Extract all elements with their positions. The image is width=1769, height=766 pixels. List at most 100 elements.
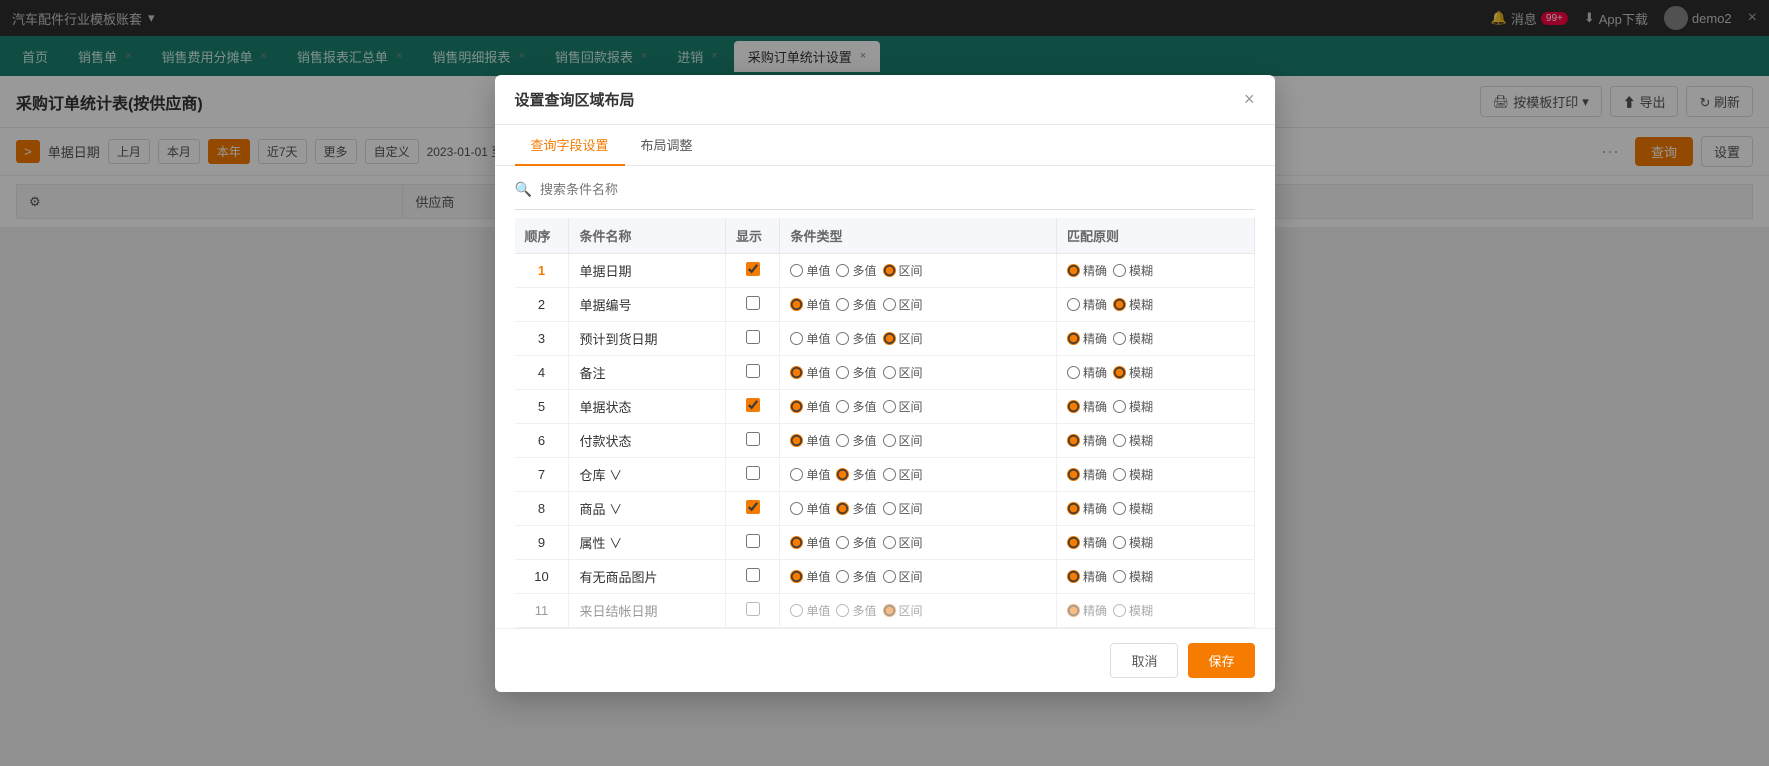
type-multi-radio[interactable]: [836, 468, 849, 481]
match-exact-radio[interactable]: [1067, 298, 1080, 311]
type-range-radio[interactable]: [883, 536, 896, 549]
type-multi-label[interactable]: 多值: [836, 432, 876, 449]
match-exact-radio[interactable]: [1067, 604, 1080, 617]
display-checkbox-cell[interactable]: [726, 559, 780, 593]
match-exact-label[interactable]: 精确: [1067, 568, 1107, 585]
match-radio-cell[interactable]: 精确 模糊: [1057, 559, 1255, 593]
type-radio-cell[interactable]: 单值 多值 区间: [780, 525, 1057, 559]
display-checkbox[interactable]: [746, 568, 760, 582]
match-fuzzy-label[interactable]: 模糊: [1113, 398, 1153, 415]
type-single-label[interactable]: 单值: [790, 364, 830, 381]
match-exact-radio[interactable]: [1067, 332, 1080, 345]
display-checkbox[interactable]: [746, 262, 760, 276]
type-multi-label[interactable]: 多值: [836, 296, 876, 313]
type-single-label[interactable]: 单值: [790, 534, 830, 551]
match-fuzzy-label[interactable]: 模糊: [1113, 262, 1153, 279]
type-single-label[interactable]: 单值: [790, 296, 830, 313]
match-exact-label[interactable]: 精确: [1067, 398, 1107, 415]
save-button[interactable]: 保存: [1188, 643, 1254, 678]
type-single-radio[interactable]: [790, 264, 803, 277]
type-single-label[interactable]: 单值: [790, 500, 830, 517]
search-input[interactable]: [532, 178, 1255, 201]
match-radio-cell[interactable]: 精确 模糊: [1057, 457, 1255, 491]
display-checkbox[interactable]: [746, 500, 760, 514]
display-checkbox-cell[interactable]: [726, 355, 780, 389]
type-radio-cell[interactable]: 单值 多值 区间: [780, 287, 1057, 321]
type-range-radio[interactable]: [883, 468, 896, 481]
match-fuzzy-radio[interactable]: [1113, 570, 1126, 583]
match-exact-label[interactable]: 精确: [1067, 602, 1107, 619]
modal-tab-query-fields[interactable]: 查询字段设置: [515, 125, 625, 166]
type-range-label[interactable]: 区间: [883, 534, 923, 551]
match-exact-label[interactable]: 精确: [1067, 432, 1107, 449]
display-checkbox-cell[interactable]: [726, 491, 780, 525]
type-multi-label[interactable]: 多值: [836, 568, 876, 585]
match-radio-cell[interactable]: 精确 模糊: [1057, 491, 1255, 525]
type-range-radio[interactable]: [883, 570, 896, 583]
type-multi-radio[interactable]: [836, 332, 849, 345]
match-exact-label[interactable]: 精确: [1067, 500, 1107, 517]
type-single-radio[interactable]: [790, 570, 803, 583]
type-multi-radio[interactable]: [836, 570, 849, 583]
match-exact-radio[interactable]: [1067, 264, 1080, 277]
match-exact-label[interactable]: 精确: [1067, 364, 1107, 381]
match-fuzzy-radio[interactable]: [1113, 298, 1126, 311]
match-exact-label[interactable]: 精确: [1067, 330, 1107, 347]
match-fuzzy-label[interactable]: 模糊: [1113, 602, 1153, 619]
match-fuzzy-radio[interactable]: [1113, 332, 1126, 345]
cancel-button[interactable]: 取消: [1110, 643, 1178, 678]
match-radio-cell[interactable]: 精确 模糊: [1057, 321, 1255, 355]
match-fuzzy-radio[interactable]: [1113, 604, 1126, 617]
match-fuzzy-label[interactable]: 模糊: [1113, 534, 1153, 551]
type-multi-label[interactable]: 多值: [836, 364, 876, 381]
match-exact-radio[interactable]: [1067, 434, 1080, 447]
display-checkbox-cell[interactable]: [726, 321, 780, 355]
display-checkbox-cell[interactable]: [726, 457, 780, 491]
match-exact-radio[interactable]: [1067, 468, 1080, 481]
type-range-label[interactable]: 区间: [883, 364, 923, 381]
type-single-radio[interactable]: [790, 536, 803, 549]
match-exact-label[interactable]: 精确: [1067, 466, 1107, 483]
type-multi-label[interactable]: 多值: [836, 602, 876, 619]
type-multi-radio[interactable]: [836, 536, 849, 549]
match-exact-radio[interactable]: [1067, 570, 1080, 583]
type-multi-label[interactable]: 多值: [836, 466, 876, 483]
match-radio-cell[interactable]: 精确 模糊: [1057, 355, 1255, 389]
match-exact-radio[interactable]: [1067, 400, 1080, 413]
modal-tab-layout[interactable]: 布局调整: [625, 125, 709, 166]
display-checkbox[interactable]: [746, 534, 760, 548]
type-single-label[interactable]: 单值: [790, 330, 830, 347]
type-range-radio[interactable]: [883, 400, 896, 413]
display-checkbox[interactable]: [746, 398, 760, 412]
type-range-label[interactable]: 区间: [883, 330, 923, 347]
type-single-radio[interactable]: [790, 400, 803, 413]
type-single-radio[interactable]: [790, 468, 803, 481]
type-radio-cell[interactable]: 单值 多值 区间: [780, 389, 1057, 423]
type-multi-radio[interactable]: [836, 366, 849, 379]
type-range-label[interactable]: 区间: [883, 568, 923, 585]
match-radio-cell[interactable]: 精确 模糊: [1057, 423, 1255, 457]
match-radio-cell[interactable]: 精确 模糊: [1057, 287, 1255, 321]
match-fuzzy-label[interactable]: 模糊: [1113, 330, 1153, 347]
type-radio-cell[interactable]: 单值 多值 区间: [780, 593, 1057, 627]
match-exact-label[interactable]: 精确: [1067, 534, 1107, 551]
type-single-radio[interactable]: [790, 502, 803, 515]
type-range-radio[interactable]: [883, 604, 896, 617]
type-range-label[interactable]: 区间: [883, 432, 923, 449]
match-fuzzy-radio[interactable]: [1113, 264, 1126, 277]
type-range-label[interactable]: 区间: [883, 466, 923, 483]
match-exact-label[interactable]: 精确: [1067, 262, 1107, 279]
type-single-radio[interactable]: [790, 434, 803, 447]
type-radio-cell[interactable]: 单值 多值 区间: [780, 457, 1057, 491]
match-fuzzy-label[interactable]: 模糊: [1113, 466, 1153, 483]
type-multi-radio[interactable]: [836, 298, 849, 311]
type-single-label[interactable]: 单值: [790, 398, 830, 415]
display-checkbox-cell[interactable]: [726, 423, 780, 457]
type-single-radio[interactable]: [790, 604, 803, 617]
type-range-radio[interactable]: [883, 502, 896, 515]
display-checkbox[interactable]: [746, 296, 760, 310]
match-fuzzy-radio[interactable]: [1113, 400, 1126, 413]
type-single-radio[interactable]: [790, 366, 803, 379]
type-range-radio[interactable]: [883, 264, 896, 277]
type-multi-radio[interactable]: [836, 502, 849, 515]
